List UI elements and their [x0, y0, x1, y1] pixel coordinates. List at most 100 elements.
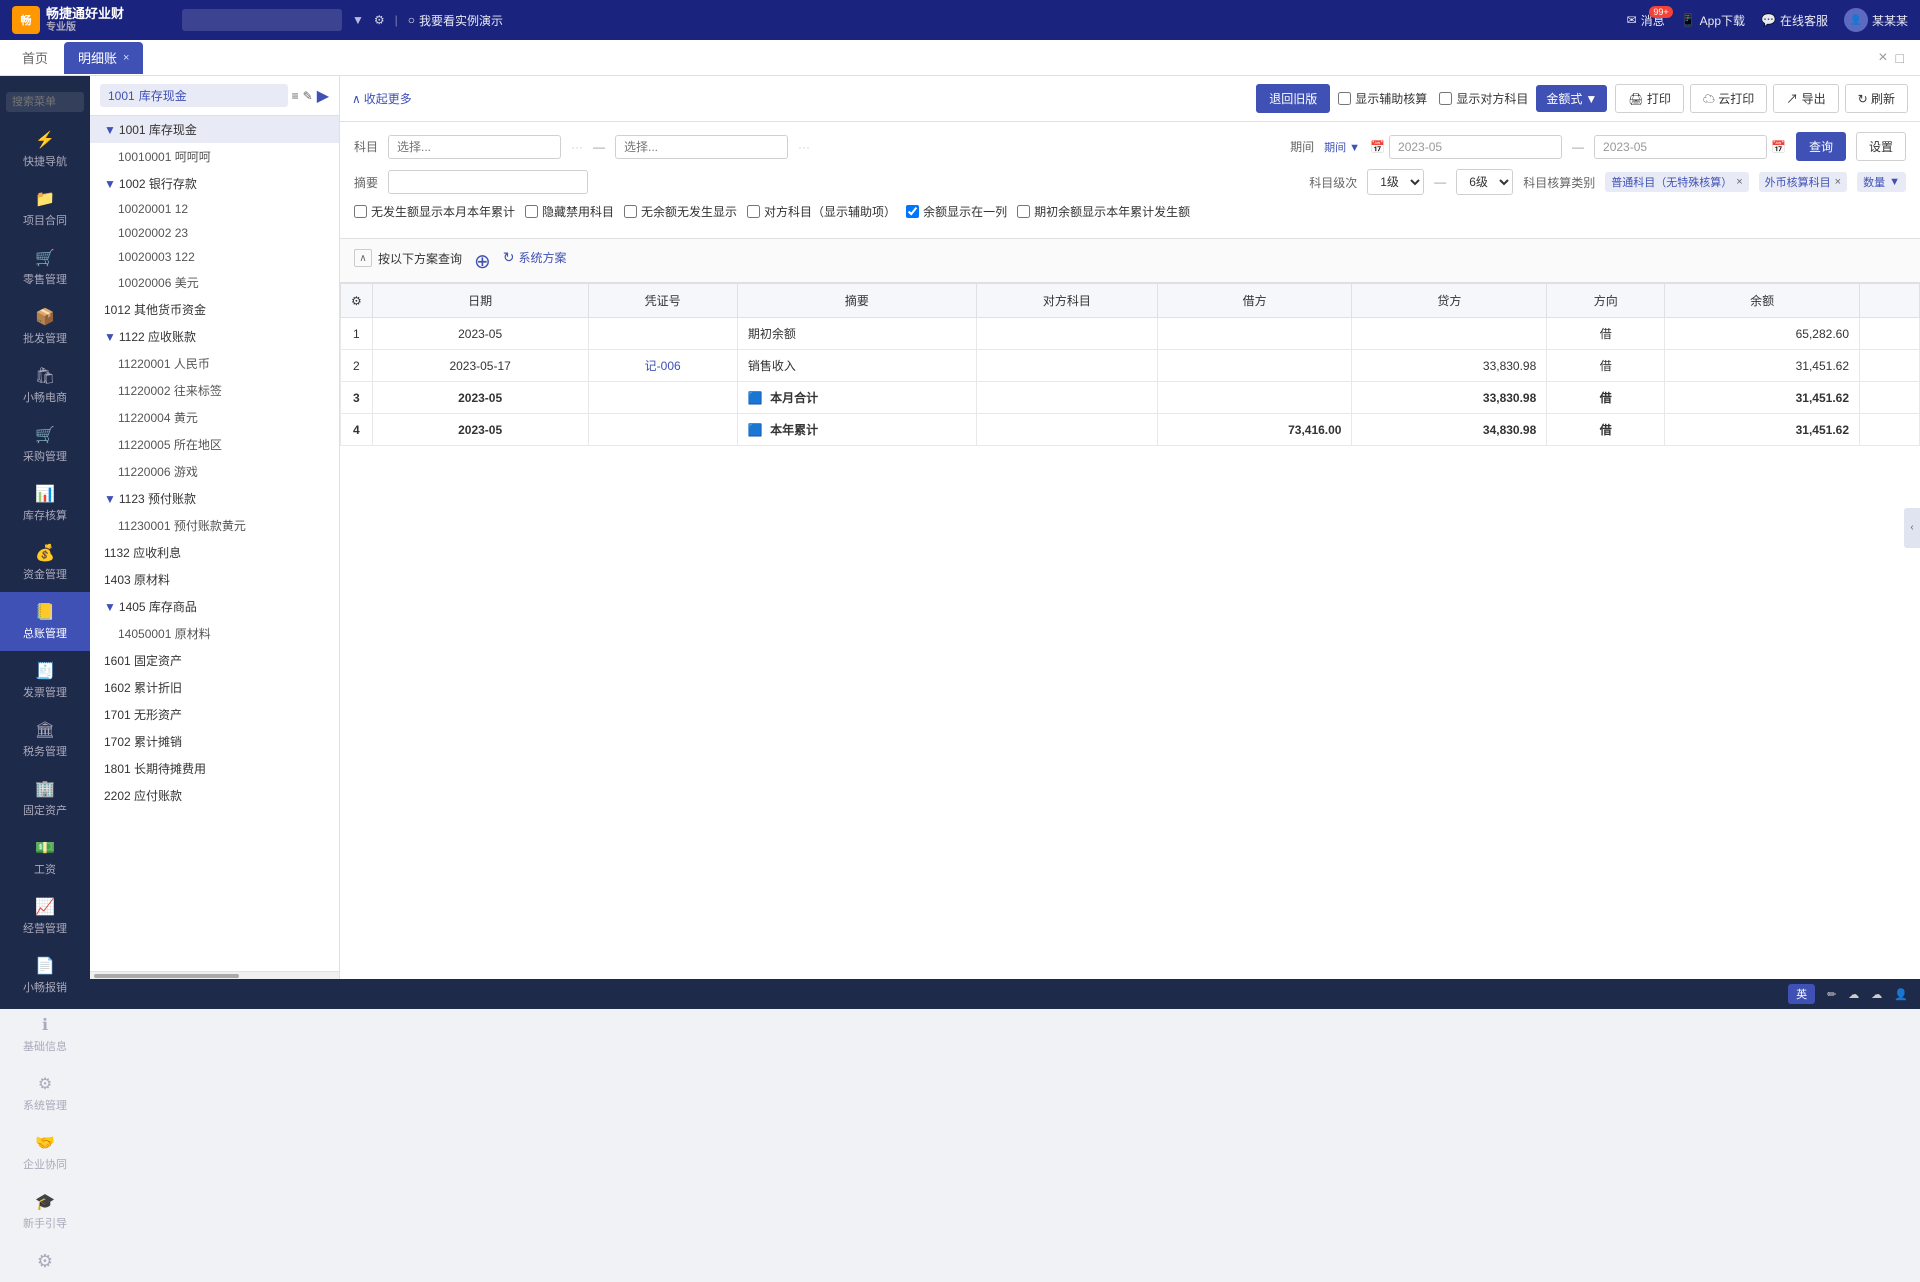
sidebar-item-retail[interactable]: 🛒 零售管理: [0, 238, 90, 297]
show-assist-checkbox[interactable]: 显示辅助核算: [1338, 90, 1427, 107]
tree-item-11220001[interactable]: 11220001 人民币: [90, 350, 339, 377]
category-tag-normal-remove[interactable]: ×: [1736, 176, 1742, 188]
no-balance-input[interactable]: [624, 205, 637, 218]
sidebar-item-finance[interactable]: 💰 资金管理: [0, 533, 90, 592]
sidebar-item-general-ledger[interactable]: 📒 总账管理: [0, 592, 90, 651]
lang-btn[interactable]: 英: [1788, 984, 1815, 1004]
tree-item-11230001[interactable]: 11230001 预付账款黄元: [90, 512, 339, 539]
tree-add-icon[interactable]: ✎: [303, 89, 313, 103]
search-btn[interactable]: 查询: [1796, 132, 1846, 161]
sidebar-item-quick-nav[interactable]: ⚡ 快捷导航: [0, 120, 90, 179]
scheme-refresh-icon[interactable]: ⊕: [474, 249, 491, 274]
show-opposite-checkbox[interactable]: 显示对方科目: [1439, 90, 1528, 107]
tree-item-14050001[interactable]: 14050001 原材料: [90, 620, 339, 647]
refresh-btn[interactable]: ↻ 刷新: [1845, 84, 1908, 113]
tree-item-1701[interactable]: 1701 无形资产: [90, 701, 339, 728]
show-opposite-input[interactable]: [1439, 92, 1452, 105]
tree-item-11220005[interactable]: 11220005 所在地区: [90, 431, 339, 458]
tree-item-1403[interactable]: 1403 原材料: [90, 566, 339, 593]
online-service-btn[interactable]: 💬 在线客服: [1761, 12, 1828, 29]
tree-item-1405[interactable]: ▼1405 库存商品: [90, 593, 339, 620]
sidebar-item-tax[interactable]: 🏛 税务管理: [0, 710, 90, 769]
tree-item-2202[interactable]: 2202 应付账款: [90, 782, 339, 809]
user-icon-btn[interactable]: 👤: [1894, 988, 1908, 1001]
sidebar-item-cooperation[interactable]: 🤝 企业协同: [0, 1123, 90, 1182]
tree-item-1002[interactable]: ▼1002 银行存款: [90, 170, 339, 197]
no-occurrence-checkbox[interactable]: 无发生额显示本月本年累计: [354, 203, 515, 220]
tree-item-1601[interactable]: 1601 固定资产: [90, 647, 339, 674]
tree-item-1602[interactable]: 1602 累计折旧: [90, 674, 339, 701]
right-collapse-btn[interactable]: ‹: [1904, 508, 1920, 548]
tree-item-10020006[interactable]: 10020006 美元: [90, 269, 339, 296]
show-assist-input[interactable]: [1338, 92, 1351, 105]
balance-one-col-input[interactable]: [906, 205, 919, 218]
demo-link[interactable]: ○ 我要看实例演示: [408, 12, 503, 29]
sidebar-item-salary[interactable]: 💵 工资: [0, 828, 90, 887]
app-download-btn[interactable]: 📱 App下载: [1681, 12, 1745, 29]
search-chevron-icon[interactable]: ▼: [352, 13, 364, 27]
tree-item-1001[interactable]: ▼1001 库存现金: [90, 116, 339, 143]
show-ytd-checkbox[interactable]: 期初余额显示本年累计发生额: [1017, 203, 1190, 220]
summary-input[interactable]: [388, 170, 588, 194]
level-start-select[interactable]: 1级2级3级: [1367, 169, 1424, 195]
no-balance-checkbox[interactable]: 无余额无发生显示: [624, 203, 737, 220]
user-avatar[interactable]: 👤 某某某: [1844, 8, 1908, 32]
tree-scrollbar[interactable]: [90, 971, 339, 979]
edit-icon-btn[interactable]: ✏: [1827, 988, 1836, 1001]
sidebar-item-guide[interactable]: 🎓 新手引导: [0, 1182, 90, 1241]
tree-item-1132[interactable]: 1132 应收利息: [90, 539, 339, 566]
sidebar-item-fixed-assets[interactable]: 🏢 固定资产: [0, 769, 90, 828]
tab-close-icon[interactable]: ×: [123, 52, 129, 64]
col-settings[interactable]: ⚙: [341, 284, 373, 318]
period-type-btn[interactable]: 期间 ▼: [1324, 139, 1360, 155]
show-opposite-filter-input[interactable]: [747, 205, 760, 218]
category-tag-foreign-remove[interactable]: ×: [1835, 176, 1841, 188]
window-maximize-btn[interactable]: □: [1896, 50, 1904, 66]
tree-item-10020003[interactable]: 10020003 122: [90, 245, 339, 269]
sidebar-item-report[interactable]: 📄 小畅报销: [0, 946, 90, 1005]
tree-item-10020002[interactable]: 10020002 23: [90, 221, 339, 245]
cloud2-icon-btn[interactable]: ☁: [1871, 988, 1882, 1001]
tab-home[interactable]: 首页: [8, 42, 62, 74]
return-old-btn[interactable]: 退回旧版: [1256, 84, 1330, 113]
voucher-link-2[interactable]: 记-006: [645, 359, 681, 373]
cloud-print-btn[interactable]: ☁ 云打印: [1690, 84, 1767, 113]
settings-filter-btn[interactable]: 设置: [1856, 132, 1906, 161]
level-end-select[interactable]: 6级5级4级: [1456, 169, 1513, 195]
tab-ledger[interactable]: 明细账 ×: [64, 42, 143, 74]
messages-btn[interactable]: ✉ 消息 99+: [1627, 12, 1665, 29]
sidebar-item-basic[interactable]: ℹ 基础信息: [0, 1005, 90, 1064]
window-close-btn[interactable]: ×: [1878, 49, 1887, 67]
query-collapse-btn[interactable]: ∧: [354, 249, 372, 267]
tree-item-1801[interactable]: 1801 长期待摊费用: [90, 755, 339, 782]
more-filters-btn[interactable]: ∧ 收起更多: [352, 90, 412, 107]
category-tag-foreign[interactable]: 外币核算科目 ×: [1759, 172, 1847, 192]
sidebar-search-input[interactable]: [6, 92, 84, 112]
print-btn[interactable]: 🖨 打印: [1615, 84, 1684, 113]
sidebar-item-wholesale[interactable]: 📦 批发管理: [0, 297, 90, 356]
sidebar-item-invoice[interactable]: 🧾 发票管理: [0, 651, 90, 710]
top-search-input[interactable]: [182, 9, 342, 31]
tree-item-1123[interactable]: ▼1123 预付账款: [90, 485, 339, 512]
show-opposite-filter-checkbox[interactable]: 对方科目（显示辅助项）: [747, 203, 896, 220]
no-occurrence-input[interactable]: [354, 205, 367, 218]
tree-list-icon[interactable]: ≡: [292, 89, 299, 103]
tree-item-11220004[interactable]: 11220004 黄元: [90, 404, 339, 431]
category-tag-normal[interactable]: 普通科目（无特殊核算） ×: [1605, 172, 1748, 192]
sidebar-item-inventory[interactable]: 📊 库存核算: [0, 474, 90, 533]
tree-item-1012[interactable]: 1012 其他货币资金: [90, 296, 339, 323]
sidebar-settings-btn[interactable]: ⚙: [37, 1241, 53, 1282]
category-tag-quantity[interactable]: 数量 ▼: [1857, 172, 1906, 192]
tree-next-icon[interactable]: ▶: [317, 86, 329, 106]
hide-disabled-checkbox[interactable]: 隐藏禁用科目: [525, 203, 614, 220]
period-end-input[interactable]: [1594, 135, 1767, 159]
hide-disabled-input[interactable]: [525, 205, 538, 218]
sidebar-item-ops[interactable]: 📈 经营管理: [0, 887, 90, 946]
tree-item-10020001[interactable]: 10020001 12: [90, 197, 339, 221]
sidebar-item-ecommerce[interactable]: 🛍 小畅电商: [0, 356, 90, 415]
sidebar-item-system[interactable]: ⚙ 系统管理: [0, 1064, 90, 1123]
selected-account[interactable]: 1001 库存现金: [100, 84, 288, 107]
tree-item-11220006[interactable]: 11220006 游戏: [90, 458, 339, 485]
topbar-settings-icon[interactable]: ⚙: [374, 13, 385, 27]
tree-item-11220002[interactable]: 11220002 往来标签: [90, 377, 339, 404]
